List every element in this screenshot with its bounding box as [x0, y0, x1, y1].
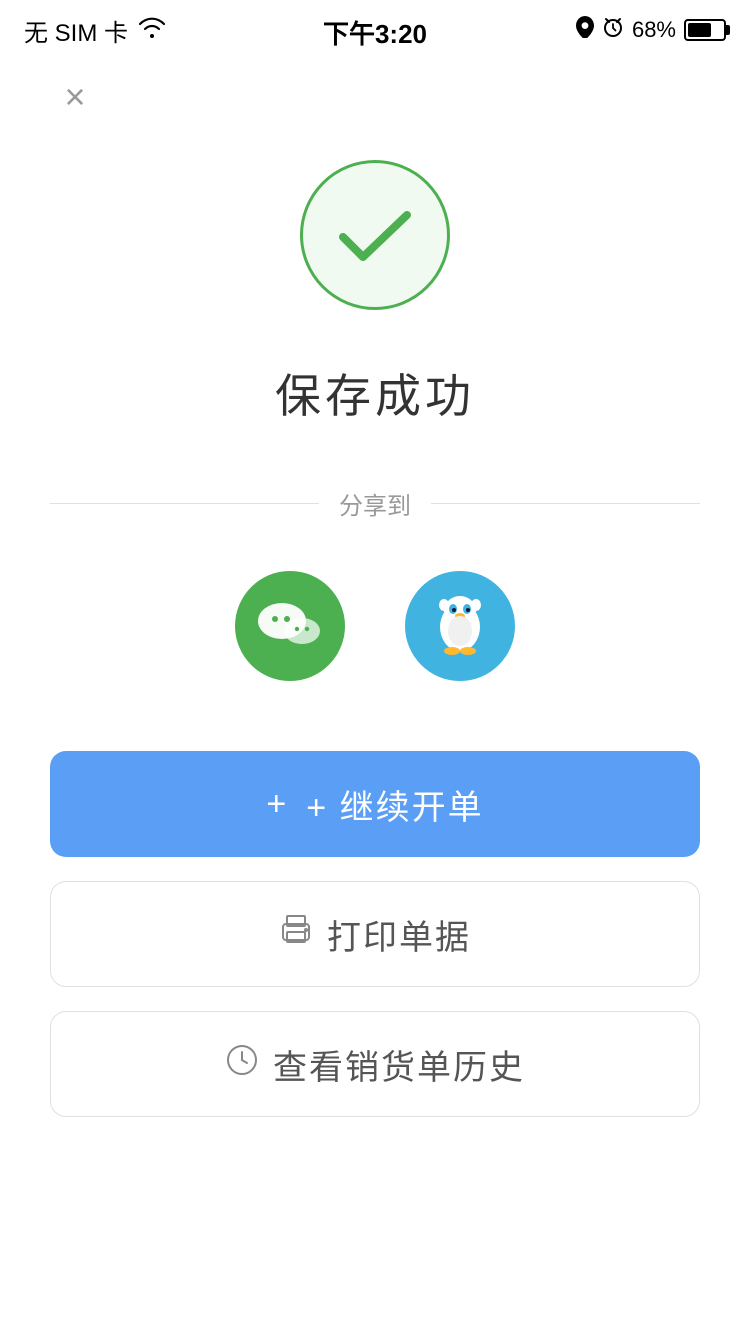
battery-indicator [684, 19, 726, 41]
qq-icon [430, 591, 490, 661]
action-section: + + 继续开单 打印单据 查看销货单历 [50, 751, 700, 1117]
history-button[interactable]: 查看销货单历史 [50, 1011, 700, 1117]
checkmark-icon [335, 205, 415, 265]
status-time: 下午3:20 [323, 14, 427, 51]
print-button[interactable]: 打印单据 [50, 881, 700, 987]
close-button[interactable]: × [50, 72, 100, 122]
battery-percent: 68% [632, 17, 676, 43]
status-left: 无 SIM 卡 [24, 13, 166, 48]
share-icons [235, 571, 515, 681]
continue-button[interactable]: + + 继续开单 [50, 751, 700, 857]
history-icon [225, 1043, 259, 1086]
main-content: 保存成功 分享到 [0, 60, 750, 1117]
no-sim-text: 无 SIM 卡 [24, 13, 128, 48]
close-icon: × [64, 79, 85, 115]
history-label: 查看销货单历史 [273, 1040, 525, 1089]
continue-label: + 继续开单 [306, 780, 483, 829]
print-icon [279, 914, 313, 955]
wechat-icon [256, 597, 324, 655]
location-icon [576, 16, 594, 44]
continue-icon: + [266, 785, 288, 824]
share-label: 分享到 [339, 486, 411, 521]
share-section: 分享到 [50, 486, 700, 681]
success-circle [300, 160, 450, 310]
qq-share-button[interactable] [405, 571, 515, 681]
success-section: 保存成功 [50, 160, 700, 486]
divider-left [50, 503, 319, 504]
alarm-icon [602, 16, 624, 44]
status-bar: 无 SIM 卡 下午3:20 68% [0, 0, 750, 60]
print-label: 打印单据 [327, 910, 471, 959]
status-right: 68% [576, 16, 726, 44]
divider-right [431, 503, 700, 504]
success-title: 保存成功 [275, 360, 475, 426]
wechat-share-button[interactable] [235, 571, 345, 681]
share-divider: 分享到 [50, 486, 700, 521]
wifi-icon [138, 16, 166, 45]
